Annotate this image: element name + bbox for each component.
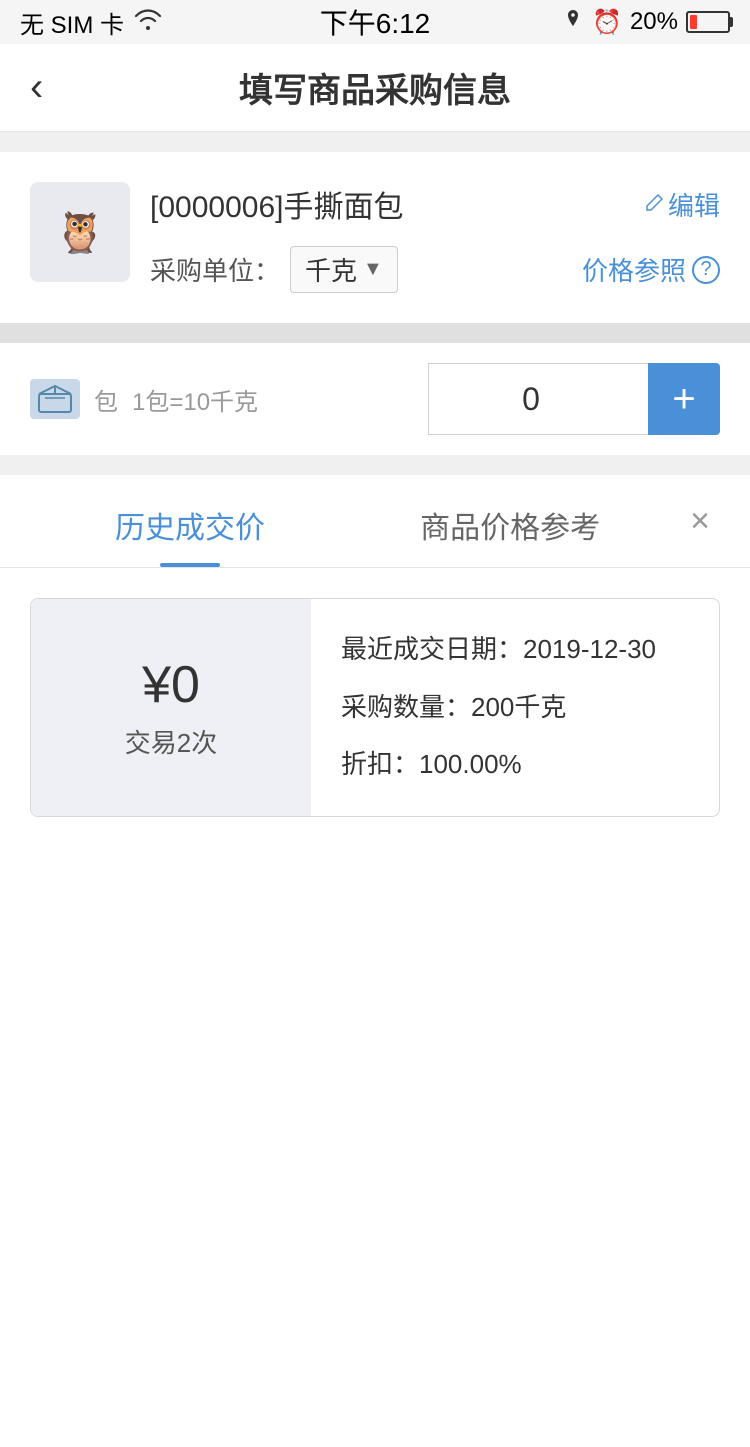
purchase-quantity-value: 200千克 — [471, 692, 566, 722]
recent-date-row: 最近成交日期：2019-12-30 — [341, 629, 689, 671]
package-icon — [30, 379, 80, 419]
quantity-row: 包 1包=10千克 + — [0, 343, 750, 455]
unit-select-button[interactable]: 千克 ▼ — [290, 246, 398, 293]
product-header: 🦉 [0000006]手撕面包 编辑 采购单位： 千克 ▼ — [30, 182, 720, 293]
tabs-header: 历史成交价 商品价格参考 × — [0, 475, 750, 568]
history-transaction-count: 交易2次 — [125, 723, 217, 760]
product-card: 🦉 [0000006]手撕面包 编辑 采购单位： 千克 ▼ — [0, 152, 750, 323]
product-thumb-icon: 🦉 — [55, 209, 105, 256]
quantity-plus-button[interactable]: + — [648, 363, 720, 435]
product-top-row: [0000006]手撕面包 编辑 — [150, 182, 720, 226]
wifi-icon — [134, 8, 162, 37]
history-right: 最近成交日期：2019-12-30 采购数量：200千克 折扣：100.00% — [311, 599, 719, 816]
location-icon — [562, 8, 584, 37]
bottom-area — [0, 847, 750, 1447]
back-button[interactable]: ‹ — [30, 55, 63, 120]
quantity-unit-info: 包 1包=10千克 — [30, 379, 258, 419]
tabs-panel: 历史成交价 商品价格参考 × ¥0 交易2次 最近成交日期：2019-12-30… — [0, 475, 750, 847]
unit-selector-group: 采购单位： 千克 ▼ — [150, 246, 398, 293]
battery-icon — [686, 11, 730, 33]
price-reference-button[interactable]: 价格参照 ? — [582, 251, 720, 288]
dropdown-arrow-icon: ▼ — [363, 258, 383, 281]
nav-bar: ‹ 填写商品采购信息 — [0, 44, 750, 132]
product-unit-row: 采购单位： 千克 ▼ 价格参照 ? — [150, 246, 720, 293]
edit-button[interactable]: 编辑 — [642, 186, 720, 223]
divider — [0, 323, 750, 343]
battery-percent: 20% — [630, 8, 678, 36]
discount-row: 折扣：100.00% — [341, 744, 689, 786]
purchase-quantity-label: 采购数量： — [341, 692, 471, 722]
product-info: [0000006]手撕面包 编辑 采购单位： 千克 ▼ 价格参照 ? — [150, 182, 720, 293]
discount-label: 折扣： — [341, 749, 419, 779]
tab-content: ¥0 交易2次 最近成交日期：2019-12-30 采购数量：200千克 折扣：… — [0, 568, 750, 847]
package-label: 包 — [94, 382, 118, 417]
quantity-controls: + — [428, 363, 720, 435]
help-icon: ? — [692, 256, 720, 284]
status-time: 下午6:12 — [320, 2, 431, 42]
edit-icon — [642, 193, 664, 215]
alarm-icon: ⏰ — [592, 8, 622, 37]
unit-value: 千克 — [305, 251, 357, 288]
status-left: 无 SIM 卡 — [20, 5, 162, 40]
close-panel-button[interactable]: × — [680, 492, 720, 551]
product-thumbnail: 🦉 — [30, 182, 130, 282]
page-title: 填写商品采购信息 — [239, 63, 511, 112]
history-price: ¥0 — [142, 655, 200, 715]
purchase-quantity-row: 采购数量：200千克 — [341, 687, 689, 729]
history-card: ¥0 交易2次 最近成交日期：2019-12-30 采购数量：200千克 折扣：… — [30, 598, 720, 817]
product-name: [0000006]手撕面包 — [150, 182, 403, 226]
history-left: ¥0 交易2次 — [31, 599, 311, 816]
conversion-label: 1包=10千克 — [132, 382, 258, 417]
status-right: ⏰ 20% — [562, 8, 730, 37]
quantity-input[interactable] — [428, 363, 648, 435]
recent-date-value: 2019-12-30 — [523, 634, 656, 664]
status-bar: 无 SIM 卡 下午6:12 ⏰ 20% — [0, 0, 750, 44]
tab-product-price-reference[interactable]: 商品价格参考 — [350, 475, 670, 567]
discount-value: 100.00% — [419, 749, 522, 779]
tab-history-price[interactable]: 历史成交价 — [30, 475, 350, 567]
sim-indicator: 无 SIM 卡 — [20, 5, 124, 40]
recent-date-label: 最近成交日期： — [341, 634, 523, 664]
unit-label: 采购单位： — [150, 251, 280, 288]
